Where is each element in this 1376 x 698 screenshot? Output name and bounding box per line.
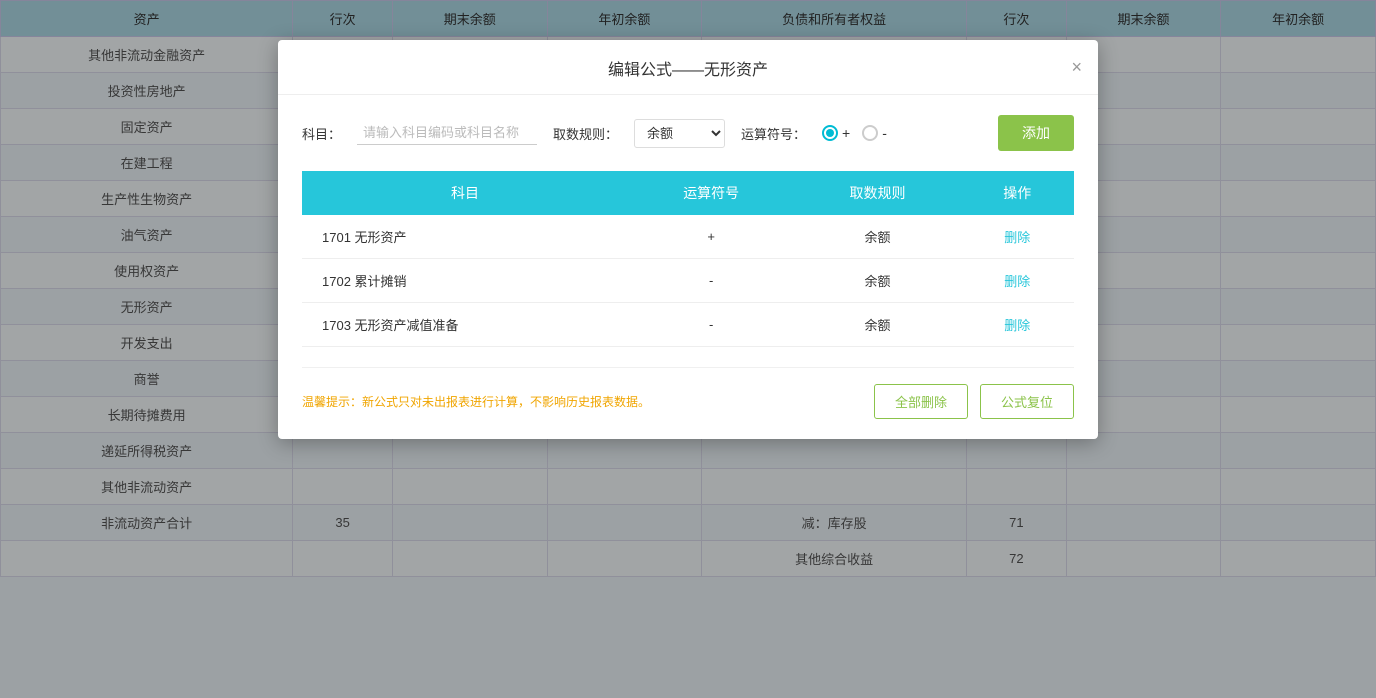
cell-operator: - bbox=[628, 259, 794, 303]
formula-table: 科目 运算符号 取数规则 操作 1701 无形资产+余额删除1702 累计摊销-… bbox=[302, 171, 1074, 347]
subject-input[interactable] bbox=[357, 121, 537, 145]
th-rule: 取数规则 bbox=[794, 171, 960, 215]
cell-operator: - bbox=[628, 303, 794, 347]
footer-hint: 温馨提示：新公式只对未出报表进行计算，不影响历史报表数据。 bbox=[302, 393, 650, 410]
cell-rule: 余额 bbox=[794, 303, 960, 347]
cell-subject: 1701 无形资产 bbox=[302, 215, 628, 259]
modal-title: 编辑公式——无形资产 bbox=[608, 56, 768, 80]
cell-action: 删除 bbox=[961, 303, 1074, 347]
table-row: 1702 累计摊销-余额 删除 bbox=[302, 259, 1074, 303]
modal-footer: 温馨提示：新公式只对未出报表进行计算，不影响历史报表数据。 全部删除 公式复位 bbox=[278, 368, 1098, 439]
subject-label: 科目： bbox=[302, 124, 341, 143]
operator-label: 运算符号： bbox=[741, 124, 806, 143]
delete-link[interactable]: 删除 bbox=[1004, 230, 1030, 245]
radio-minus-label: - bbox=[882, 125, 887, 141]
rule-select[interactable]: 余额 发生额 期初余额 bbox=[634, 119, 725, 148]
radio-minus-circle bbox=[862, 125, 878, 141]
rule-select-wrapper: 余额 发生额 期初余额 bbox=[634, 119, 725, 148]
modal-header: 编辑公式——无形资产 × bbox=[278, 40, 1098, 95]
modal-dialog: 编辑公式——无形资产 × 科目： 取数规则： 余额 发生额 期初余额 bbox=[278, 40, 1098, 439]
background-wrapper: 资产 行次 期末余额 年初余额 负债和所有者权益 行次 期末余额 年初余额 其他… bbox=[0, 0, 1376, 698]
add-button[interactable]: 添加 bbox=[998, 115, 1074, 151]
modal-backdrop: 编辑公式——无形资产 × 科目： 取数规则： 余额 发生额 期初余额 bbox=[0, 0, 1376, 698]
table-header-row: 科目 运算符号 取数规则 操作 bbox=[302, 171, 1074, 215]
modal-body: 科目： 取数规则： 余额 发生额 期初余额 运算符号： bbox=[278, 95, 1098, 367]
cell-rule: 余额 bbox=[794, 215, 960, 259]
delete-all-button[interactable]: 全部删除 bbox=[874, 384, 968, 419]
table-row: 1701 无形资产+余额 删除 bbox=[302, 215, 1074, 259]
form-row: 科目： 取数规则： 余额 发生额 期初余额 运算符号： bbox=[302, 115, 1074, 151]
delete-link[interactable]: 删除 bbox=[1004, 274, 1030, 289]
cell-subject: 1702 累计摊销 bbox=[302, 259, 628, 303]
radio-plus-label: + bbox=[842, 125, 850, 141]
th-operator: 运算符号 bbox=[628, 171, 794, 215]
table-row: 1703 无形资产减值准备-余额 删除 bbox=[302, 303, 1074, 347]
cell-subject: 1703 无形资产减值准备 bbox=[302, 303, 628, 347]
radio-plus-circle bbox=[822, 125, 838, 141]
footer-buttons: 全部删除 公式复位 bbox=[874, 384, 1074, 419]
cell-rule: 余额 bbox=[794, 259, 960, 303]
operator-radio-group: + - bbox=[822, 125, 887, 141]
reset-formula-button[interactable]: 公式复位 bbox=[980, 384, 1074, 419]
cell-operator: + bbox=[628, 215, 794, 259]
close-icon[interactable]: × bbox=[1071, 58, 1082, 76]
radio-minus[interactable]: - bbox=[862, 125, 887, 141]
cell-action: 删除 bbox=[961, 215, 1074, 259]
radio-plus[interactable]: + bbox=[822, 125, 850, 141]
rule-label: 取数规则： bbox=[553, 124, 618, 143]
delete-link[interactable]: 删除 bbox=[1004, 318, 1030, 333]
th-subject: 科目 bbox=[302, 171, 628, 215]
th-action: 操作 bbox=[961, 171, 1074, 215]
cell-action: 删除 bbox=[961, 259, 1074, 303]
